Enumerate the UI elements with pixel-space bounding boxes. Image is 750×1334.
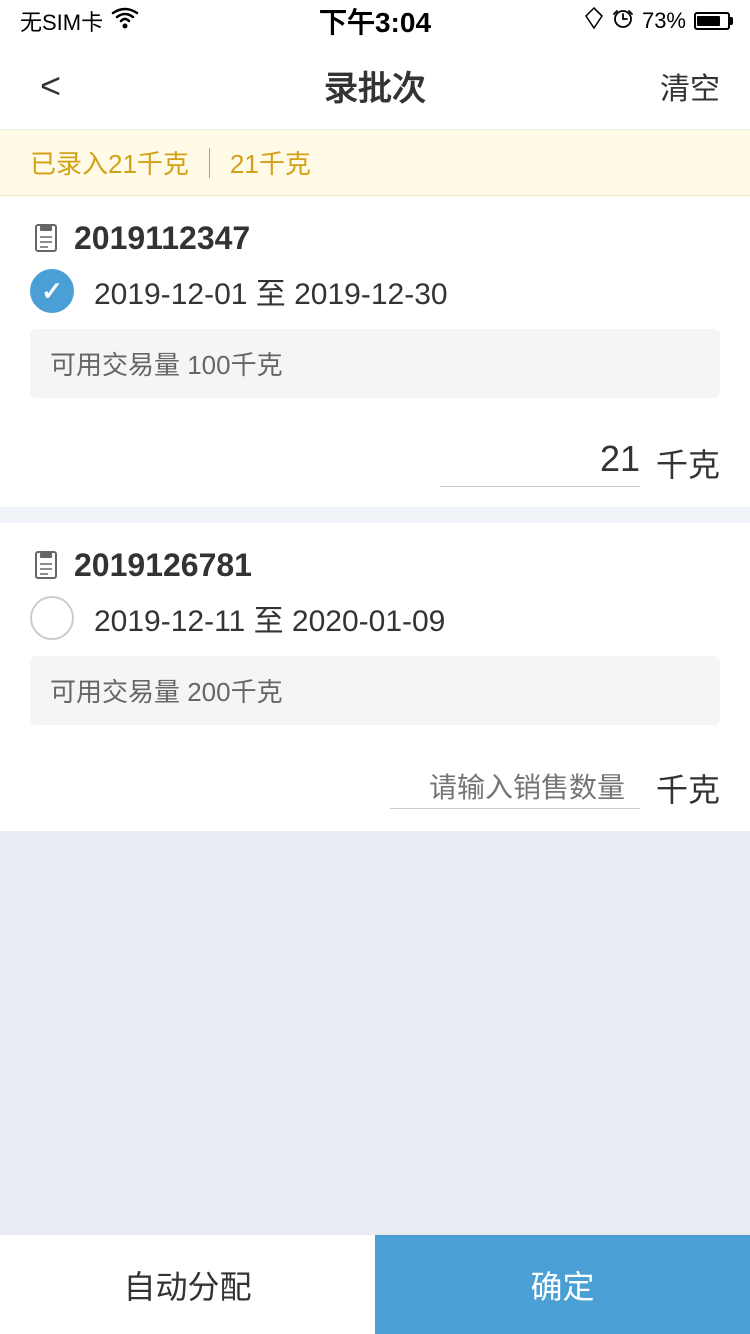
page-title: 录批次: [324, 61, 426, 110]
radio-2[interactable]: [30, 596, 74, 640]
doc-icon-2: [30, 548, 66, 584]
info-banner: 已录入21千克 21千克: [0, 130, 750, 196]
item-id-2: 2019126781: [74, 547, 252, 584]
availability-2: 可用交易量 200千克: [30, 656, 720, 725]
location-icon: [584, 6, 604, 36]
battery-percent: 73%: [642, 8, 686, 34]
status-time: 下午3:04: [319, 1, 431, 41]
input-row-2: 千克: [0, 745, 750, 831]
item-id-row-2: 2019126781: [30, 547, 720, 584]
total-label: 21千克: [230, 144, 311, 181]
clear-button[interactable]: 清空: [660, 64, 720, 108]
item-id-row-1: 2019112347: [30, 220, 720, 257]
sim-text: 无SIM卡: [20, 5, 103, 37]
radio-1[interactable]: [30, 269, 74, 313]
unit-label-2: 千克: [656, 765, 720, 811]
item-date-2: 2019-12-11 至 2020-01-09: [94, 596, 445, 640]
recorded-label: 已录入21千克: [30, 144, 189, 181]
item-id-1: 2019112347: [74, 220, 250, 257]
nav-bar: < 录批次 清空: [0, 42, 750, 130]
item-date-1: 2019-12-01 至 2019-12-30: [94, 269, 448, 313]
bottom-bar: 自动分配 确定: [0, 1234, 750, 1334]
quantity-row-1: 21 千克: [0, 418, 750, 507]
status-left: 无SIM卡: [20, 5, 139, 37]
quantity-unit-1: 千克: [656, 440, 720, 486]
status-bar: 无SIM卡 下午3:04: [0, 0, 750, 42]
item-date-row-2[interactable]: 2019-12-11 至 2020-01-09: [30, 596, 720, 640]
back-button[interactable]: <: [30, 55, 71, 117]
item-date-row-1[interactable]: 2019-12-01 至 2019-12-30: [30, 269, 720, 313]
doc-icon-1: [30, 221, 66, 257]
item-card-1: 2019112347 2019-12-01 至 2019-12-30 可用交易量…: [0, 196, 750, 507]
status-right: 73%: [584, 6, 730, 36]
confirm-button[interactable]: 确定: [375, 1235, 750, 1334]
info-divider: [209, 148, 210, 178]
alarm-icon: [612, 7, 634, 35]
wifi-icon: [111, 7, 139, 35]
item-card-2: 2019126781 2019-12-11 至 2020-01-09 可用交易量…: [0, 523, 750, 831]
section-divider: [0, 507, 750, 523]
availability-1: 可用交易量 100千克: [30, 329, 720, 398]
quantity-input-2[interactable]: [390, 768, 640, 809]
quantity-input-wrapper-2: [30, 768, 640, 809]
quantity-value-1: 21: [600, 438, 640, 479]
auto-distribute-button[interactable]: 自动分配: [0, 1235, 375, 1334]
battery-icon: [694, 12, 730, 30]
